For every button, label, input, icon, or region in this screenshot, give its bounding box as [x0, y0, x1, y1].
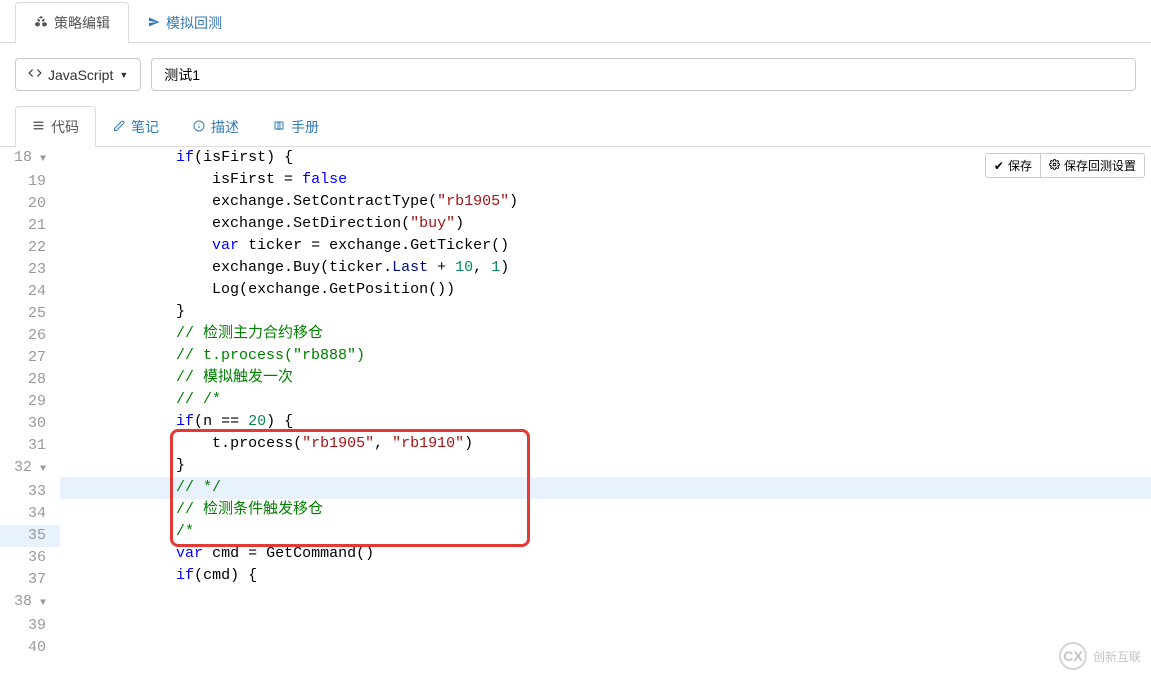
line-number: 36: [0, 547, 60, 569]
button-label: 保存回测设置: [1064, 157, 1136, 174]
line-number: 31: [0, 435, 60, 457]
code-line[interactable]: // /*: [60, 389, 1151, 411]
line-number: 35: [0, 525, 60, 547]
tab-strategy-edit[interactable]: 策略编辑: [15, 2, 129, 43]
editor-wrap: ✔ 保存 保存回测设置 18 ▼192021222324252627282930…: [0, 147, 1151, 659]
line-number: 39: [0, 615, 60, 637]
code-line[interactable]: }: [60, 301, 1151, 323]
edit-icon: [113, 119, 125, 135]
code-line[interactable]: exchange.SetContractType("rb1905"): [60, 191, 1151, 213]
code-line[interactable]: var ticker = exchange.GetTicker(): [60, 235, 1151, 257]
line-number: 21: [0, 215, 60, 237]
line-number: 32 ▼: [0, 457, 60, 481]
code-line[interactable]: // 模拟触发一次: [60, 367, 1151, 389]
tab-code[interactable]: 代码: [15, 106, 96, 147]
paper-plane-icon: [148, 15, 160, 31]
code-line[interactable]: /*: [60, 521, 1151, 543]
code-line[interactable]: // t.process("rb888"): [60, 345, 1151, 367]
line-number: 38 ▼: [0, 591, 60, 615]
code-editor[interactable]: 18 ▼1920212223242526272829303132 ▼333435…: [0, 147, 1151, 659]
code-line[interactable]: // 检测主力合约移仓: [60, 323, 1151, 345]
sub-tab-bar: 代码 笔记 描述 手册: [0, 106, 1151, 147]
info-row: JavaScript ▼: [0, 43, 1151, 106]
info-icon: [193, 119, 205, 135]
code-line[interactable]: Log(exchange.GetPosition()): [60, 279, 1151, 301]
sub-tab-label: 手册: [291, 117, 319, 137]
line-gutter: 18 ▼1920212223242526272829303132 ▼333435…: [0, 147, 60, 659]
line-number: 26: [0, 325, 60, 347]
button-label: 保存: [1008, 157, 1032, 174]
top-tab-bar: 策略编辑 模拟回测: [0, 2, 1151, 43]
editor-toolbar: ✔ 保存 保存回测设置: [985, 153, 1145, 178]
tab-manual[interactable]: 手册: [256, 106, 336, 147]
line-number: 33: [0, 481, 60, 503]
language-label: JavaScript: [48, 67, 113, 83]
book-icon: [273, 119, 285, 135]
code-line[interactable]: t.process("rb1905", "rb1910"): [60, 433, 1151, 455]
line-number: 23: [0, 259, 60, 281]
save-settings-button[interactable]: 保存回测设置: [1040, 153, 1145, 178]
gear-icon: [1049, 159, 1060, 173]
line-number: 19: [0, 171, 60, 193]
line-number: 30: [0, 413, 60, 435]
sub-tab-label: 描述: [211, 117, 239, 137]
line-number: 20: [0, 193, 60, 215]
line-number: 37: [0, 569, 60, 591]
sub-tab-label: 笔记: [131, 117, 159, 137]
sub-tab-label: 代码: [51, 117, 79, 137]
tab-label: 策略编辑: [54, 13, 110, 33]
line-number: 40: [0, 637, 60, 659]
line-number: 24: [0, 281, 60, 303]
line-number: 18 ▼: [0, 147, 60, 171]
code-line[interactable]: var cmd = GetCommand(): [60, 543, 1151, 565]
check-icon: ✔: [994, 159, 1004, 173]
line-number: 25: [0, 303, 60, 325]
cubes-icon: [34, 15, 48, 32]
code-line[interactable]: // */: [60, 477, 1151, 499]
watermark-logo: CX: [1059, 642, 1087, 670]
line-number: 28: [0, 369, 60, 391]
list-icon: [32, 119, 45, 135]
strategy-name-input[interactable]: [151, 58, 1136, 91]
language-dropdown[interactable]: JavaScript ▼: [15, 58, 141, 91]
line-number: 27: [0, 347, 60, 369]
code-content[interactable]: if(isFirst) { isFirst = false exchange.S…: [60, 147, 1151, 659]
line-number: 22: [0, 237, 60, 259]
tab-notes[interactable]: 笔记: [96, 106, 176, 147]
code-line[interactable]: if(n == 20) {: [60, 411, 1151, 433]
code-line[interactable]: exchange.Buy(ticker.Last + 10, 1): [60, 257, 1151, 279]
watermark: CX 创新互联: [1059, 642, 1141, 670]
tab-label: 模拟回测: [166, 13, 222, 33]
line-number: 34: [0, 503, 60, 525]
code-icon: [28, 66, 42, 83]
tab-backtest[interactable]: 模拟回测: [129, 2, 241, 43]
tab-desc[interactable]: 描述: [176, 106, 256, 147]
code-line[interactable]: exchange.SetDirection("buy"): [60, 213, 1151, 235]
code-line[interactable]: // 检测条件触发移仓: [60, 499, 1151, 521]
watermark-text: 创新互联: [1093, 648, 1141, 665]
save-button[interactable]: ✔ 保存: [985, 153, 1040, 178]
code-line[interactable]: if(cmd) {: [60, 565, 1151, 587]
line-number: 29: [0, 391, 60, 413]
code-line[interactable]: }: [60, 455, 1151, 477]
caret-down-icon: ▼: [119, 70, 128, 80]
